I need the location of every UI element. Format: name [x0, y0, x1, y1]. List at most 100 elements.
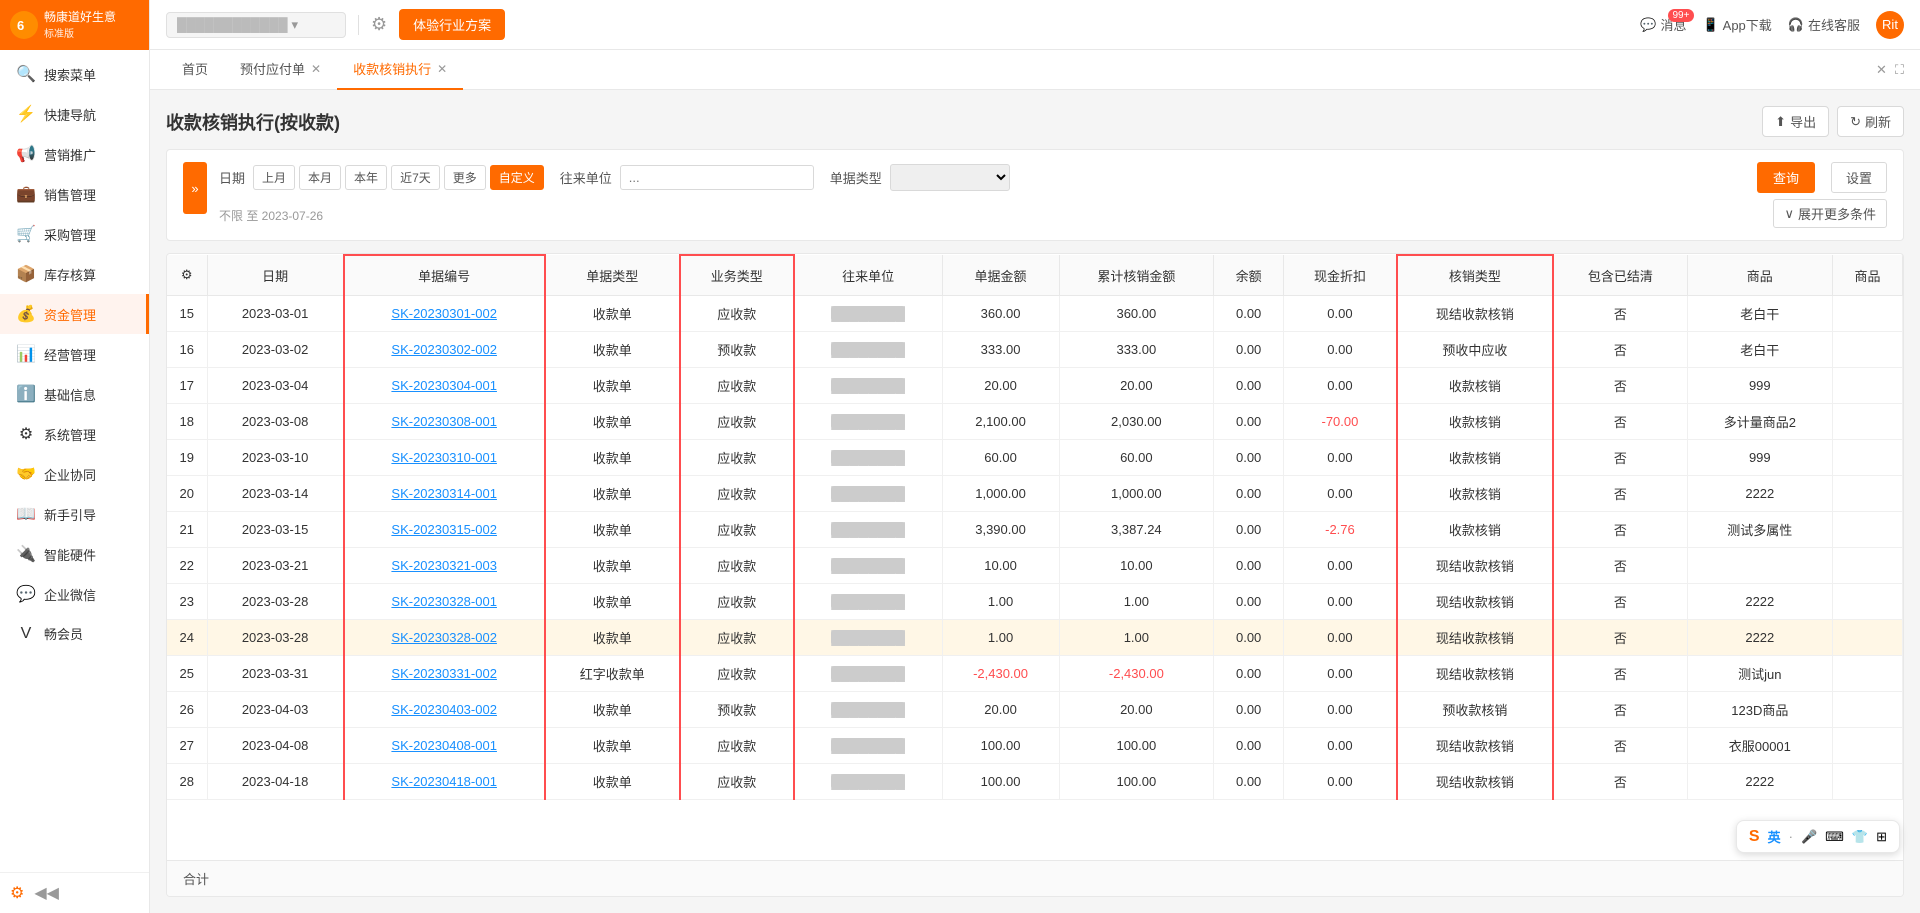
bill-no-link[interactable]: SK-20230301-002 — [391, 306, 497, 321]
sidebar-settings-icon[interactable]: ⚙ — [10, 883, 24, 903]
app-download-action[interactable]: 📱 App下载 — [1702, 15, 1771, 34]
table-row[interactable]: 15 2023-03-01 SK-20230301-002 收款单 应收款 ██… — [167, 296, 1903, 332]
topbar-gear-icon[interactable]: ⚙ — [371, 14, 387, 35]
tab-expand-icon[interactable]: ⛶ — [1895, 62, 1904, 78]
bill-no-link[interactable]: SK-20230304-001 — [391, 378, 497, 393]
table-row[interactable]: 17 2023-03-04 SK-20230304-001 收款单 应收款 ██… — [167, 368, 1903, 404]
tab-prepay-close-icon[interactable]: ✕ — [311, 62, 321, 76]
bill-no-link[interactable]: SK-20230328-002 — [391, 630, 497, 645]
online-service-action[interactable]: 🎧 在线客服 — [1788, 15, 1860, 34]
bill-no-link[interactable]: SK-20230321-003 — [391, 558, 497, 573]
cell-biz-type: 应收款 — [680, 368, 794, 404]
partner-input[interactable] — [620, 165, 814, 190]
bill-no-link[interactable]: SK-20230331-002 — [391, 666, 497, 681]
message-action[interactable]: 💬 消息 99+ — [1640, 15, 1686, 34]
cell-date: 2023-03-28 — [207, 620, 344, 656]
table-row[interactable]: 16 2023-03-02 SK-20230302-002 收款单 预收款 ██… — [167, 332, 1903, 368]
query-button[interactable]: 查询 — [1757, 162, 1815, 193]
topbar-search[interactable]: ████████████ ▾ — [166, 12, 346, 38]
toolbar-grid-icon[interactable]: ⊞ — [1876, 829, 1887, 845]
table-row[interactable]: 27 2023-04-08 SK-20230408-001 收款单 应收款 ██… — [167, 728, 1903, 764]
tab-prepay[interactable]: 预付应付单 ✕ — [224, 50, 337, 90]
sidebar-item-basicinfo[interactable]: ℹ️ 基础信息 — [0, 374, 149, 414]
toolbar-english-icon[interactable]: 英 — [1768, 827, 1781, 846]
bill-no-link[interactable]: SK-20230328-001 — [391, 594, 497, 609]
sidebar-item-guide[interactable]: 📖 新手引导 — [0, 494, 149, 534]
industry-solution-button[interactable]: 体验行业方案 — [399, 9, 505, 40]
bill-no-link[interactable]: SK-20230314-001 — [391, 486, 497, 501]
cell-total-writeoff: 333.00 — [1059, 332, 1214, 368]
last-7days-btn[interactable]: 近7天 — [391, 165, 440, 190]
more-date-btn[interactable]: 更多 — [444, 165, 486, 190]
sidebar-item-finance[interactable]: 💰 资金管理 — [0, 294, 149, 334]
cell-total-writeoff: 100.00 — [1059, 728, 1214, 764]
export-button[interactable]: ⬆ 导出 — [1762, 106, 1829, 137]
sidebar-item-marketing[interactable]: 📢 营销推广 — [0, 134, 149, 174]
settings-button[interactable]: 设置 — [1831, 162, 1887, 193]
sidebar-item-hardware[interactable]: 🔌 智能硬件 — [0, 534, 149, 574]
tab-home[interactable]: 首页 — [166, 50, 224, 90]
table-row[interactable]: 28 2023-04-18 SK-20230418-001 收款单 应收款 ██… — [167, 764, 1903, 800]
sidebar-bottom: ⚙ ◀◀ — [0, 872, 149, 913]
bill-no-link[interactable]: SK-20230418-001 — [391, 774, 497, 789]
receipt-type-select[interactable] — [890, 164, 1010, 191]
sidebar-item-purchase[interactable]: 🛒 采购管理 — [0, 214, 149, 254]
sidebar-item-enterprise[interactable]: 🤝 企业协同 — [0, 454, 149, 494]
bill-no-link[interactable]: SK-20230308-001 — [391, 414, 497, 429]
sidebar-item-search[interactable]: 🔍 搜索菜单 — [0, 54, 149, 94]
sidebar-item-system[interactable]: ⚙ 系统管理 — [0, 414, 149, 454]
cell-amount: 360.00 — [942, 296, 1059, 332]
bill-no-link[interactable]: SK-20230315-002 — [391, 522, 497, 537]
sidebar-menu: 🔍 搜索菜单 ⚡ 快捷导航 📢 营销推广 💼 销售管理 🛒 采购管理 📦 库存核… — [0, 50, 149, 872]
tab-close-all-icon[interactable]: ✕ — [1876, 62, 1887, 78]
cell-partner: ████████ — [794, 296, 942, 332]
table-row[interactable]: 25 2023-03-31 SK-20230331-002 红字收款单 应收款 … — [167, 656, 1903, 692]
sidebar-item-wechat[interactable]: 💬 企业微信 — [0, 574, 149, 614]
cell-cash-discount: 0.00 — [1284, 296, 1397, 332]
this-month-btn[interactable]: 本月 — [299, 165, 341, 190]
table-row[interactable]: 19 2023-03-10 SK-20230310-001 收款单 应收款 ██… — [167, 440, 1903, 476]
this-year-btn[interactable]: 本年 — [345, 165, 387, 190]
filter-toggle-button[interactable]: » — [183, 162, 207, 214]
toolbar-keyboard-icon[interactable]: ⌨ — [1825, 829, 1844, 845]
table-row[interactable]: 21 2023-03-15 SK-20230315-002 收款单 应收款 ██… — [167, 512, 1903, 548]
cell-biz-type: 预收款 — [680, 692, 794, 728]
custom-date-btn[interactable]: 自定义 — [490, 165, 544, 190]
last-month-btn[interactable]: 上月 — [253, 165, 295, 190]
user-avatar[interactable]: Rit — [1876, 11, 1904, 39]
bill-no-link[interactable]: SK-20230302-002 — [391, 342, 497, 357]
refresh-label: 刷新 — [1865, 112, 1891, 131]
col-balance: 余额 — [1214, 255, 1284, 296]
table-row[interactable]: 20 2023-03-14 SK-20230314-001 收款单 应收款 ██… — [167, 476, 1903, 512]
cell-no: 19 — [167, 440, 207, 476]
table-row[interactable]: 23 2023-03-28 SK-20230328-001 收款单 应收款 ██… — [167, 584, 1903, 620]
table-row[interactable]: 26 2023-04-03 SK-20230403-002 收款单 预收款 ██… — [167, 692, 1903, 728]
cell-biz-type: 应收款 — [680, 764, 794, 800]
sidebar-item-basicinfo-label: 基础信息 — [44, 385, 96, 404]
table-row[interactable]: 18 2023-03-08 SK-20230308-001 收款单 应收款 ██… — [167, 404, 1903, 440]
sidebar-item-sales[interactable]: 💼 销售管理 — [0, 174, 149, 214]
sidebar-item-quicknav[interactable]: ⚡ 快捷导航 — [0, 94, 149, 134]
table-row[interactable]: 24 2023-03-28 SK-20230328-002 收款单 应收款 ██… — [167, 620, 1903, 656]
sidebar-item-inventory[interactable]: 📦 库存核算 — [0, 254, 149, 294]
tab-writeoff[interactable]: 收款核销执行 ✕ — [337, 50, 463, 90]
cell-goods1: 2222 — [1687, 584, 1832, 620]
tab-writeoff-close-icon[interactable]: ✕ — [437, 62, 447, 76]
table-scroll-area[interactable]: ⚙ 日期 单据编号 单据类型 业务类型 往来单位 单据金额 累计核销金额 余额 … — [167, 254, 1903, 860]
bill-no-link[interactable]: SK-20230310-001 — [391, 450, 497, 465]
sidebar-item-management[interactable]: 📊 经营管理 — [0, 334, 149, 374]
refresh-button[interactable]: ↻ 刷新 — [1837, 106, 1904, 137]
sidebar-item-member[interactable]: V 畅会员 — [0, 614, 149, 653]
bill-no-link[interactable]: SK-20230403-002 — [391, 702, 497, 717]
filter-date-label: 日期 — [219, 168, 245, 187]
toolbar-dot: · — [1789, 829, 1793, 844]
sidebar-collapse-icon[interactable]: ◀◀ — [34, 883, 59, 903]
toolbar-shirt-icon[interactable]: 👕 — [1852, 829, 1868, 845]
cell-goods2 — [1832, 512, 1902, 548]
toolbar-mic-icon[interactable]: 🎤 — [1801, 829, 1817, 845]
bill-no-link[interactable]: SK-20230408-001 — [391, 738, 497, 753]
filter-partner-label: 往来单位 — [560, 168, 612, 187]
filter-expand-button[interactable]: ∨ 展开更多条件 — [1773, 199, 1887, 228]
col-settings[interactable]: ⚙ — [167, 255, 207, 296]
table-row[interactable]: 22 2023-03-21 SK-20230321-003 收款单 应收款 ██… — [167, 548, 1903, 584]
